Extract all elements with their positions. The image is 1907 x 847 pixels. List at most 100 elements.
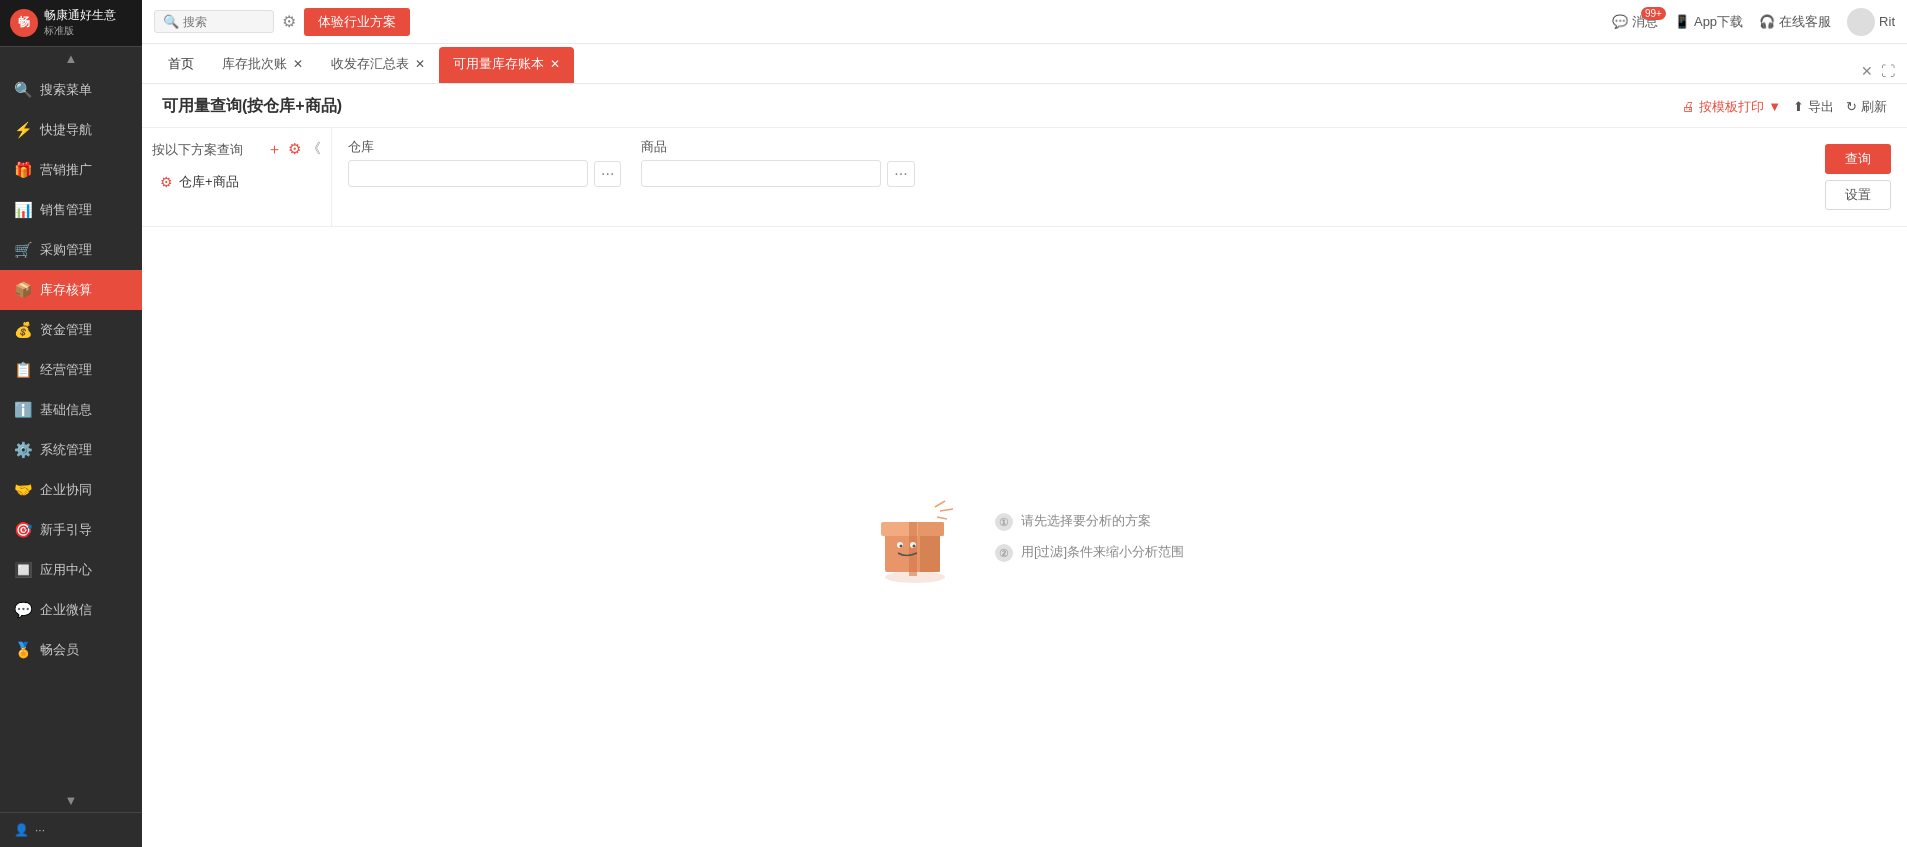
tab-home[interactable]: 首页 bbox=[154, 47, 208, 83]
svg-line-11 bbox=[940, 509, 953, 511]
tab-close-icon[interactable]: ✕ bbox=[415, 57, 425, 71]
sidebar-user-name: ··· bbox=[35, 823, 45, 837]
tab-close-icon[interactable]: ✕ bbox=[550, 57, 560, 71]
export-label: 导出 bbox=[1808, 98, 1834, 116]
collapse-filter-icon[interactable]: 《 bbox=[307, 140, 321, 159]
goods-more-button[interactable]: ··· bbox=[887, 161, 914, 187]
filter-action-buttons: 查询 设置 bbox=[1825, 138, 1891, 216]
sidebar-item-label: 搜索菜单 bbox=[40, 81, 92, 99]
dropdown-icon: ▼ bbox=[1768, 99, 1781, 114]
user-avatar-small: 👤 bbox=[14, 823, 29, 837]
warehouse-more-button[interactable]: ··· bbox=[594, 161, 621, 187]
vip-icon: 🏅 bbox=[14, 641, 32, 659]
maximize-icon[interactable]: ⛶ bbox=[1881, 63, 1895, 79]
target-icon: 🎯 bbox=[14, 521, 32, 539]
add-scheme-button[interactable]: ＋ bbox=[267, 140, 282, 159]
sidebar-item-label: 快捷导航 bbox=[40, 121, 92, 139]
gift-icon: 🎁 bbox=[14, 161, 32, 179]
topbar-actions: 💬 消息 99+ 📱 App下载 🎧 在线客服 Rit bbox=[1612, 8, 1895, 36]
sidebar-scroll-up[interactable]: ▲ bbox=[0, 47, 142, 70]
settings-scheme-button[interactable]: ⚙ bbox=[288, 140, 301, 159]
goods-input-row: ··· bbox=[641, 160, 914, 187]
sidebar-item-appcenter[interactable]: 🔲 应用中心 bbox=[0, 550, 142, 590]
refresh-button[interactable]: ↻ 刷新 bbox=[1846, 98, 1887, 116]
sidebar-item-search[interactable]: 🔍 搜索菜单 bbox=[0, 70, 142, 110]
sidebar-item-label: 畅会员 bbox=[40, 641, 79, 659]
print-label: 按模板打印 bbox=[1699, 98, 1764, 116]
close-window-icon[interactable]: ✕ bbox=[1861, 63, 1873, 79]
sidebar-subtitle: 标准版 bbox=[44, 24, 116, 38]
tab-available-ledger[interactable]: 可用量库存账本 ✕ bbox=[439, 47, 574, 83]
sidebar-item-marketing[interactable]: 🎁 营销推广 bbox=[0, 150, 142, 190]
sidebar-footer: 👤 ··· bbox=[0, 812, 142, 847]
sidebar-logo: 畅 bbox=[10, 9, 38, 37]
printer-icon: 🖨 bbox=[1682, 99, 1695, 114]
sidebar-item-vip[interactable]: 🏅 畅会员 bbox=[0, 630, 142, 670]
tab-batch-ledger[interactable]: 库存批次账 ✕ bbox=[208, 47, 317, 83]
user-profile[interactable]: Rit bbox=[1847, 8, 1895, 36]
box-illustration bbox=[865, 487, 965, 587]
topbar-search-box[interactable]: 🔍 bbox=[154, 10, 274, 33]
sidebar-item-label: 基础信息 bbox=[40, 401, 92, 419]
shortcut-icon: ⚡ bbox=[14, 121, 32, 139]
sidebar-item-basic[interactable]: ℹ️ 基础信息 bbox=[0, 390, 142, 430]
sidebar-item-label: 库存核算 bbox=[40, 281, 92, 299]
message-button[interactable]: 💬 消息 99+ bbox=[1612, 13, 1658, 31]
window-controls: ✕ ⛶ bbox=[1861, 63, 1895, 83]
scheme-icon: ⚙ bbox=[160, 174, 173, 190]
headset-icon: 🎧 bbox=[1759, 14, 1775, 29]
settings-icon[interactable]: ⚙ bbox=[282, 12, 296, 31]
print-template-button[interactable]: 🖨 按模板打印 ▼ bbox=[1682, 98, 1781, 116]
trial-industry-button[interactable]: 体验行业方案 bbox=[304, 8, 410, 36]
warehouse-label: 仓库 bbox=[348, 138, 621, 156]
gear-icon: ⚙️ bbox=[14, 441, 32, 459]
page-title: 可用量查询(按仓库+商品) bbox=[162, 96, 342, 117]
query-button[interactable]: 查询 bbox=[1825, 144, 1891, 174]
money-icon: 💰 bbox=[14, 321, 32, 339]
svg-point-8 bbox=[899, 545, 902, 548]
sidebar-item-entrpwx[interactable]: 💬 企业微信 bbox=[0, 590, 142, 630]
sidebar-item-purchase[interactable]: 🛒 采购管理 bbox=[0, 230, 142, 270]
svg-point-9 bbox=[912, 545, 915, 548]
empty-illustration bbox=[865, 487, 965, 587]
sidebar-header: 畅 畅康通好生意 标准版 bbox=[0, 0, 142, 47]
sidebar-item-label: 应用中心 bbox=[40, 561, 92, 579]
app-download-button[interactable]: 📱 App下载 bbox=[1674, 13, 1743, 31]
empty-state: ① 请先选择要分析的方案 ② 用[过滤]条件来缩小分析范围 bbox=[142, 227, 1907, 847]
tab-close-icon[interactable]: ✕ bbox=[293, 57, 303, 71]
clipboard-icon: 📋 bbox=[14, 361, 32, 379]
sidebar-item-sales[interactable]: 📊 销售管理 bbox=[0, 190, 142, 230]
warehouse-input[interactable] bbox=[348, 160, 588, 187]
main-area: 🔍 ⚙ 体验行业方案 💬 消息 99+ 📱 App下载 🎧 在线客服 Rit bbox=[142, 0, 1907, 847]
content-area: 可用量查询(按仓库+商品) 🖨 按模板打印 ▼ ⬆ 导出 ↻ 刷新 bbox=[142, 84, 1907, 847]
sidebar-item-enterprise[interactable]: 🤝 企业协同 bbox=[0, 470, 142, 510]
tab-available-label: 可用量库存账本 bbox=[453, 55, 544, 73]
step-num-1: ① bbox=[995, 513, 1013, 531]
sidebar-item-inventory[interactable]: 📦 库存核算 bbox=[0, 270, 142, 310]
online-service-button[interactable]: 🎧 在线客服 bbox=[1759, 13, 1831, 31]
sidebar-item-newguide[interactable]: 🎯 新手引导 bbox=[0, 510, 142, 550]
filter-sidebar: 按以下方案查询 ＋ ⚙ 《 ⚙ 仓库+商品 bbox=[142, 128, 332, 226]
sidebar-item-system[interactable]: ⚙️ 系统管理 bbox=[0, 430, 142, 470]
info-icon: ℹ️ bbox=[14, 401, 32, 419]
sidebar-item-ops[interactable]: 📋 经营管理 bbox=[0, 350, 142, 390]
settings-button[interactable]: 设置 bbox=[1825, 180, 1891, 210]
sidebar-item-shortcut[interactable]: ⚡ 快捷导航 bbox=[0, 110, 142, 150]
warehouse-filter-field: 仓库 ··· bbox=[348, 138, 621, 187]
search-input[interactable] bbox=[183, 15, 263, 29]
search-icon-small: 🔍 bbox=[163, 14, 179, 29]
scheme-warehouse-goods[interactable]: ⚙ 仓库+商品 bbox=[152, 167, 321, 197]
filter-sidebar-header: 按以下方案查询 ＋ ⚙ 《 bbox=[152, 140, 321, 159]
goods-label: 商品 bbox=[641, 138, 914, 156]
sidebar-item-label: 企业微信 bbox=[40, 601, 92, 619]
goods-input[interactable] bbox=[641, 160, 881, 187]
app-download-label: App下载 bbox=[1694, 13, 1743, 31]
wechat-icon: 💬 bbox=[14, 601, 32, 619]
warehouse-input-row: ··· bbox=[348, 160, 621, 187]
export-button[interactable]: ⬆ 导出 bbox=[1793, 98, 1834, 116]
filter-scheme-label: 按以下方案查询 bbox=[152, 141, 243, 159]
sidebar-scroll-down[interactable]: ▼ bbox=[0, 789, 142, 812]
tab-receive-inventory[interactable]: 收发存汇总表 ✕ bbox=[317, 47, 439, 83]
box-icon: 📦 bbox=[14, 281, 32, 299]
sidebar-item-fund[interactable]: 💰 资金管理 bbox=[0, 310, 142, 350]
